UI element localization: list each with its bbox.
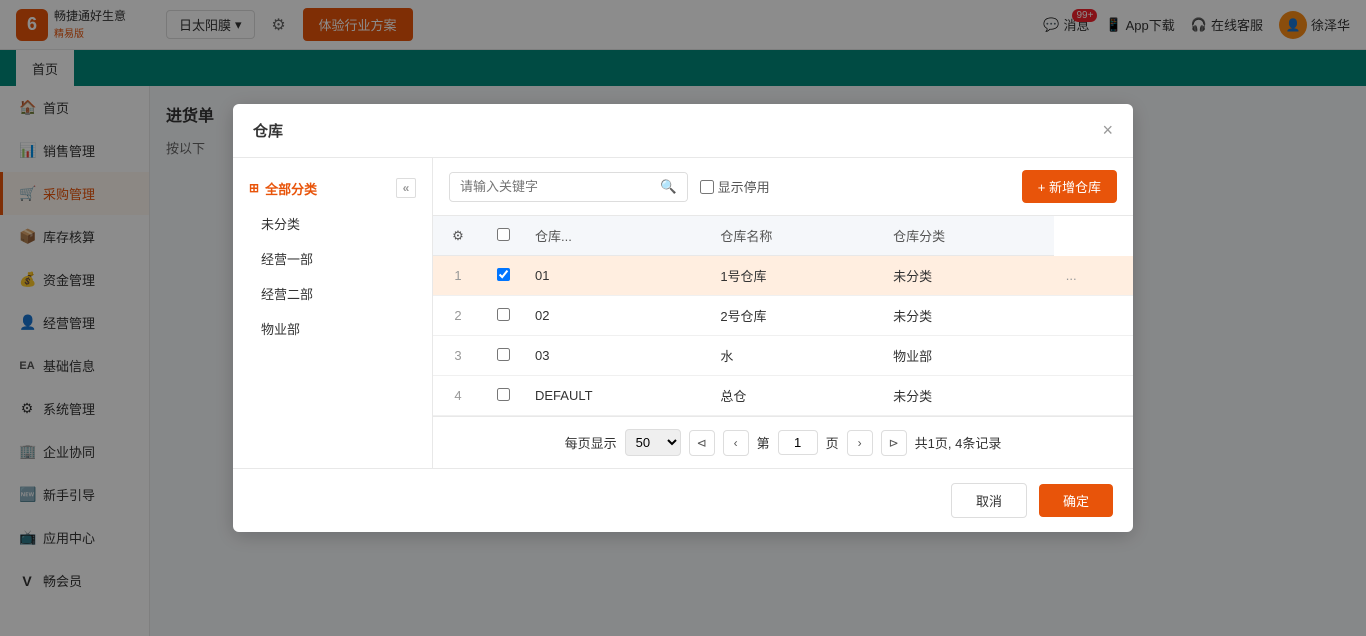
- row-name-1: 1号仓库: [708, 256, 881, 296]
- row-category-1: 未分类: [881, 256, 1054, 296]
- modal-overlay: 仓库 × ⊞ 全部分类 « 未分类 经营一部 经营二部: [0, 0, 1366, 636]
- row-checkbox-3[interactable]: [483, 336, 523, 376]
- per-page-select[interactable]: 50 10 20 100: [625, 429, 681, 456]
- table-header-row: ⚙ 仓库... 仓库名称: [433, 216, 1133, 256]
- page-number-input[interactable]: [778, 430, 818, 455]
- pagination: 每页显示 50 10 20 100 ⊲ ‹ 第 页 › ⊳ 共1页, 4条记录: [433, 416, 1133, 468]
- settings-col-icon[interactable]: ⚙: [452, 228, 464, 243]
- search-button[interactable]: 🔍: [650, 173, 687, 201]
- confirm-button[interactable]: 确定: [1039, 484, 1113, 517]
- last-page-button[interactable]: ⊳: [881, 430, 907, 456]
- row-checkbox-4[interactable]: [483, 376, 523, 416]
- row-category-3: 物业部: [881, 336, 1054, 376]
- row-code-1: 01: [523, 256, 708, 296]
- first-page-button[interactable]: ⊲: [689, 430, 715, 456]
- row-code-2: 02: [523, 296, 708, 336]
- table-row[interactable]: 1 01 1号仓库 未分类 ...: [433, 256, 1133, 296]
- tree-item-property[interactable]: 物业部: [233, 311, 432, 346]
- table-row[interactable]: 2 02 2号仓库 未分类: [433, 296, 1133, 336]
- next-page-button[interactable]: ›: [847, 430, 873, 456]
- search-input[interactable]: [450, 173, 650, 200]
- row-check-input[interactable]: [497, 388, 510, 401]
- warehouse-modal: 仓库 × ⊞ 全部分类 « 未分类 经营一部 经营二部: [233, 104, 1133, 532]
- per-page-label: 每页显示: [565, 433, 617, 452]
- tree-root-item[interactable]: ⊞ 全部分类 «: [233, 170, 432, 206]
- table-toolbar: 🔍 显示停用 + 新增仓库: [433, 158, 1133, 216]
- tree-item-unclassified[interactable]: 未分类: [233, 206, 432, 241]
- modal-body: ⊞ 全部分类 « 未分类 经营一部 经营二部 物业部: [233, 158, 1133, 468]
- modal-close-button[interactable]: ×: [1102, 120, 1113, 141]
- row-num-3: 3: [433, 336, 483, 376]
- modal-title: 仓库: [253, 120, 283, 141]
- page-label-post: 页: [826, 433, 839, 452]
- prev-page-button[interactable]: ‹: [723, 430, 749, 456]
- show-disabled-label: 显示停用: [700, 177, 770, 196]
- show-disabled-checkbox[interactable]: [700, 180, 714, 194]
- col-header-category: 仓库分类: [881, 216, 1054, 256]
- col-header-code: 仓库...: [523, 216, 708, 256]
- add-warehouse-button[interactable]: + 新增仓库: [1022, 170, 1117, 203]
- row-name-4: 总仓: [708, 376, 881, 416]
- tree-item-dept2[interactable]: 经营二部: [233, 276, 432, 311]
- data-table: ⚙ 仓库... 仓库名称: [433, 216, 1133, 416]
- row-check-input[interactable]: [497, 348, 510, 361]
- col-header-check: [483, 216, 523, 256]
- category-tree-panel: ⊞ 全部分类 « 未分类 经营一部 经营二部 物业部: [233, 158, 433, 468]
- row-check-input[interactable]: [497, 308, 510, 321]
- row-num-2: 2: [433, 296, 483, 336]
- page-label-pre: 第: [757, 433, 770, 452]
- row-code-3: 03: [523, 336, 708, 376]
- table-row[interactable]: 3 03 水 物业部: [433, 336, 1133, 376]
- cancel-button[interactable]: 取消: [951, 483, 1027, 518]
- row-checkbox-1[interactable]: [483, 256, 523, 296]
- table-panel: 🔍 显示停用 + 新增仓库 ⚙: [433, 158, 1133, 468]
- col-header-name: 仓库名称: [708, 216, 881, 256]
- search-input-wrap: 🔍: [449, 172, 688, 202]
- modal-footer: 取消 确定: [233, 468, 1133, 532]
- row-num-1: 1: [433, 256, 483, 296]
- row-checkbox-2[interactable]: [483, 296, 523, 336]
- row-category-4: 未分类: [881, 376, 1054, 416]
- row-code-4: DEFAULT: [523, 376, 708, 416]
- tree-item-dept1[interactable]: 经营一部: [233, 241, 432, 276]
- row-check-input[interactable]: [497, 268, 510, 281]
- select-all-checkbox[interactable]: [497, 228, 510, 241]
- col-header-settings: ⚙: [433, 216, 483, 256]
- table-row[interactable]: 4 DEFAULT 总仓 未分类: [433, 376, 1133, 416]
- modal-header: 仓库 ×: [233, 104, 1133, 158]
- row-name-3: 水: [708, 336, 881, 376]
- tree-root-label: 全部分类: [265, 179, 317, 198]
- row-num-4: 4: [433, 376, 483, 416]
- total-records-label: 共1页, 4条记录: [915, 433, 1002, 452]
- row-category-2: 未分类: [881, 296, 1054, 336]
- grid-icon: ⊞: [249, 181, 259, 195]
- row-name-2: 2号仓库: [708, 296, 881, 336]
- collapse-button[interactable]: «: [396, 178, 416, 198]
- row-actions[interactable]: ...: [1054, 256, 1133, 296]
